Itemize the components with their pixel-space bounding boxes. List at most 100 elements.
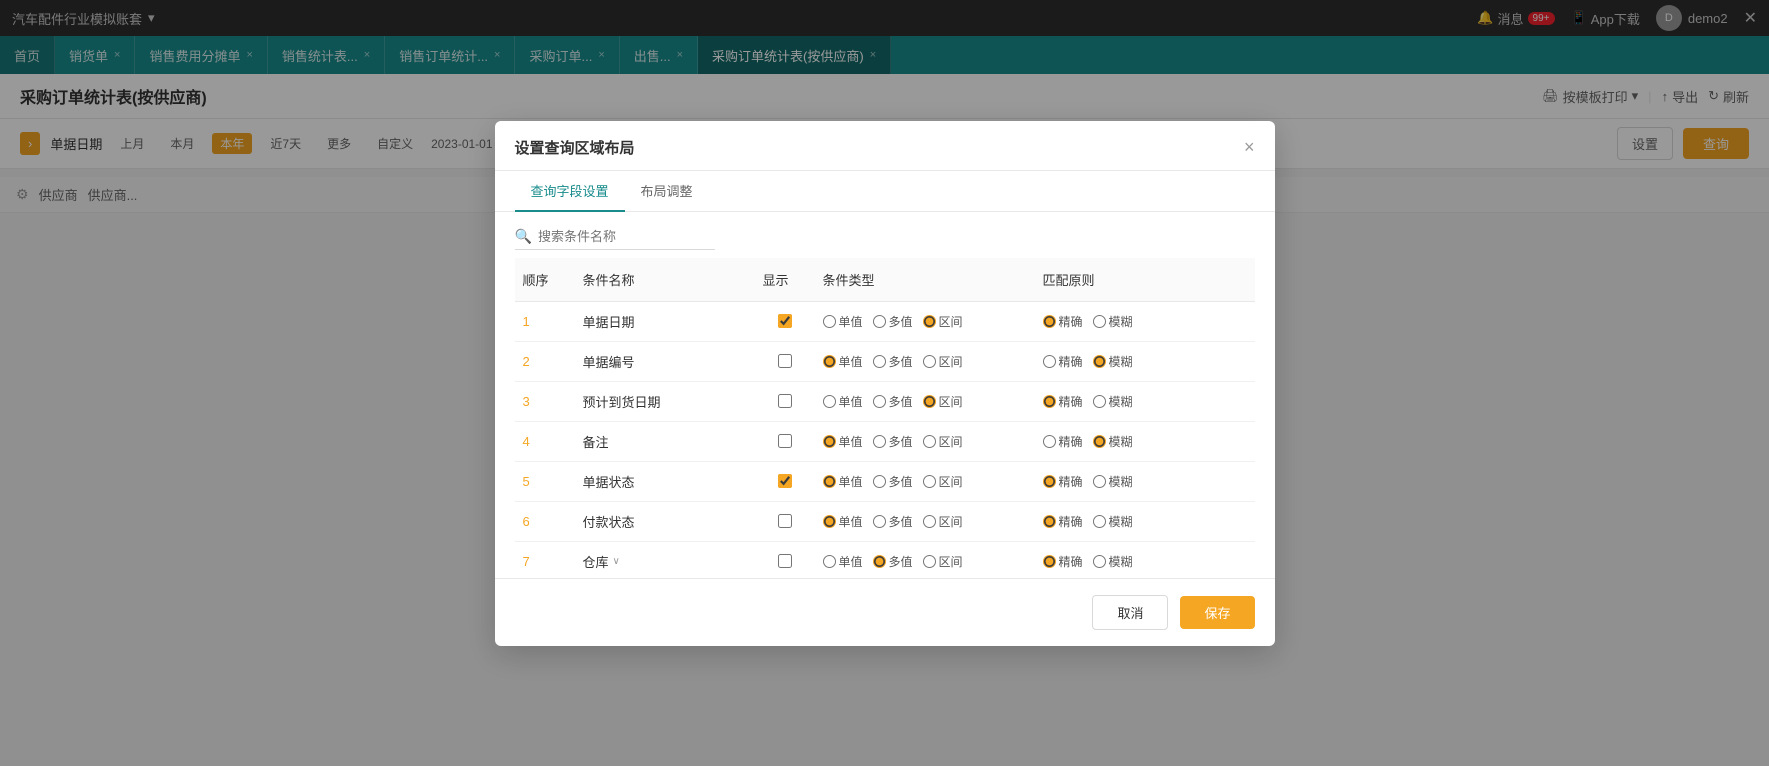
match-rule-group-2: 精确模糊 [1035,387,1255,416]
search-input[interactable] [538,229,698,244]
row-name-6[interactable]: 仓库∨ [575,546,755,577]
cond-radio-multi-5[interactable] [873,515,886,528]
cond-range-6[interactable]: 区间 [923,553,963,570]
match-radio-exact-0[interactable] [1043,315,1056,328]
match-fuzzy-3[interactable]: 模糊 [1093,433,1133,450]
match-radio-fuzzy-0[interactable] [1093,315,1106,328]
cond-radio-multi-6[interactable] [873,555,886,568]
cond-radio-single-4[interactable] [823,475,836,488]
cond-radio-single-0[interactable] [823,315,836,328]
match-fuzzy-5[interactable]: 模糊 [1093,513,1133,530]
cond-radio-multi-2[interactable] [873,395,886,408]
cond-single-2[interactable]: 单值 [823,393,863,410]
match-radio-fuzzy-2[interactable] [1093,395,1106,408]
cond-radio-range-6[interactable] [923,555,936,568]
display-checkbox-5[interactable] [778,514,792,528]
cond-radio-range-3[interactable] [923,435,936,448]
cond-range-5[interactable]: 区间 [923,513,963,530]
cond-radio-single-6[interactable] [823,555,836,568]
row-index-1: 2 [515,348,575,375]
match-radio-fuzzy-6[interactable] [1093,555,1106,568]
cond-radio-single-5[interactable] [823,515,836,528]
cond-radio-single-3[interactable] [823,435,836,448]
cond-range-0[interactable]: 区间 [923,313,963,330]
cond-radio-multi-1[interactable] [873,355,886,368]
match-exact-4[interactable]: 精确 [1043,473,1083,490]
row-display-1[interactable] [755,348,815,374]
cond-multi-2[interactable]: 多值 [873,393,913,410]
row-display-3[interactable] [755,428,815,454]
cond-radio-range-4[interactable] [923,475,936,488]
match-radio-exact-1[interactable] [1043,355,1056,368]
match-radio-exact-5[interactable] [1043,515,1056,528]
match-radio-fuzzy-1[interactable] [1093,355,1106,368]
display-checkbox-6[interactable] [778,554,792,568]
match-fuzzy-0[interactable]: 模糊 [1093,313,1133,330]
match-exact-5[interactable]: 精确 [1043,513,1083,530]
cond-range-3[interactable]: 区间 [923,433,963,450]
dialog-close-button[interactable]: × [1244,138,1255,156]
cond-single-5[interactable]: 单值 [823,513,863,530]
display-checkbox-3[interactable] [778,434,792,448]
cancel-button[interactable]: 取消 [1092,595,1168,630]
match-radio-fuzzy-3[interactable] [1093,435,1106,448]
match-label-exact-6: 精确 [1059,553,1083,570]
cond-multi-1[interactable]: 多值 [873,353,913,370]
cond-single-3[interactable]: 单值 [823,433,863,450]
cond-range-4[interactable]: 区间 [923,473,963,490]
cond-radio-range-2[interactable] [923,395,936,408]
match-exact-0[interactable]: 精确 [1043,313,1083,330]
match-exact-3[interactable]: 精确 [1043,433,1083,450]
row-display-2[interactable] [755,388,815,414]
cond-radio-range-1[interactable] [923,355,936,368]
cond-radio-range-0[interactable] [923,315,936,328]
match-radio-exact-3[interactable] [1043,435,1056,448]
cond-multi-5[interactable]: 多值 [873,513,913,530]
match-radio-exact-6[interactable] [1043,555,1056,568]
dialog-overlay: 设置查询区域布局 × 查询字段设置 布局调整 🔍 顺序 条件名称 显示 [0,0,1769,766]
row-display-5[interactable] [755,508,815,534]
match-exact-2[interactable]: 精确 [1043,393,1083,410]
dialog-tab-query-fields[interactable]: 查询字段设置 [515,171,625,212]
match-fuzzy-6[interactable]: 模糊 [1093,553,1133,570]
cond-single-6[interactable]: 单值 [823,553,863,570]
match-radio-exact-2[interactable] [1043,395,1056,408]
cond-multi-3[interactable]: 多值 [873,433,913,450]
match-exact-1[interactable]: 精确 [1043,353,1083,370]
display-checkbox-2[interactable] [778,394,792,408]
cond-radio-multi-3[interactable] [873,435,886,448]
cond-single-4[interactable]: 单值 [823,473,863,490]
match-radio-exact-4[interactable] [1043,475,1056,488]
row-display-4[interactable] [755,468,815,494]
cond-multi-4[interactable]: 多值 [873,473,913,490]
display-checkbox-4[interactable] [778,474,792,488]
save-button[interactable]: 保存 [1180,596,1254,629]
match-radio-fuzzy-4[interactable] [1093,475,1106,488]
cond-range-1[interactable]: 区间 [923,353,963,370]
display-checkbox-0[interactable] [778,314,792,328]
cond-single-1[interactable]: 单值 [823,353,863,370]
header-condition-type: 条件类型 [815,266,1035,293]
cond-radio-range-5[interactable] [923,515,936,528]
cond-label-single-3: 单值 [839,433,863,450]
dialog-tab-layout[interactable]: 布局调整 [625,171,709,212]
row-display-0[interactable] [755,308,815,334]
cond-range-2[interactable]: 区间 [923,393,963,410]
row-display-6[interactable] [755,548,815,574]
match-fuzzy-2[interactable]: 模糊 [1093,393,1133,410]
cond-radio-single-2[interactable] [823,395,836,408]
cond-radio-multi-4[interactable] [873,475,886,488]
match-fuzzy-1[interactable]: 模糊 [1093,353,1133,370]
match-radio-fuzzy-5[interactable] [1093,515,1106,528]
cond-multi-0[interactable]: 多值 [873,313,913,330]
row-name-2: 预计到货日期 [575,386,755,417]
cond-radio-multi-0[interactable] [873,315,886,328]
cond-radio-single-1[interactable] [823,355,836,368]
cond-single-0[interactable]: 单值 [823,313,863,330]
search-box: 🔍 [495,212,1275,258]
match-fuzzy-4[interactable]: 模糊 [1093,473,1133,490]
match-exact-6[interactable]: 精确 [1043,553,1083,570]
match-label-exact-1: 精确 [1059,353,1083,370]
cond-multi-6[interactable]: 多值 [873,553,913,570]
display-checkbox-1[interactable] [778,354,792,368]
